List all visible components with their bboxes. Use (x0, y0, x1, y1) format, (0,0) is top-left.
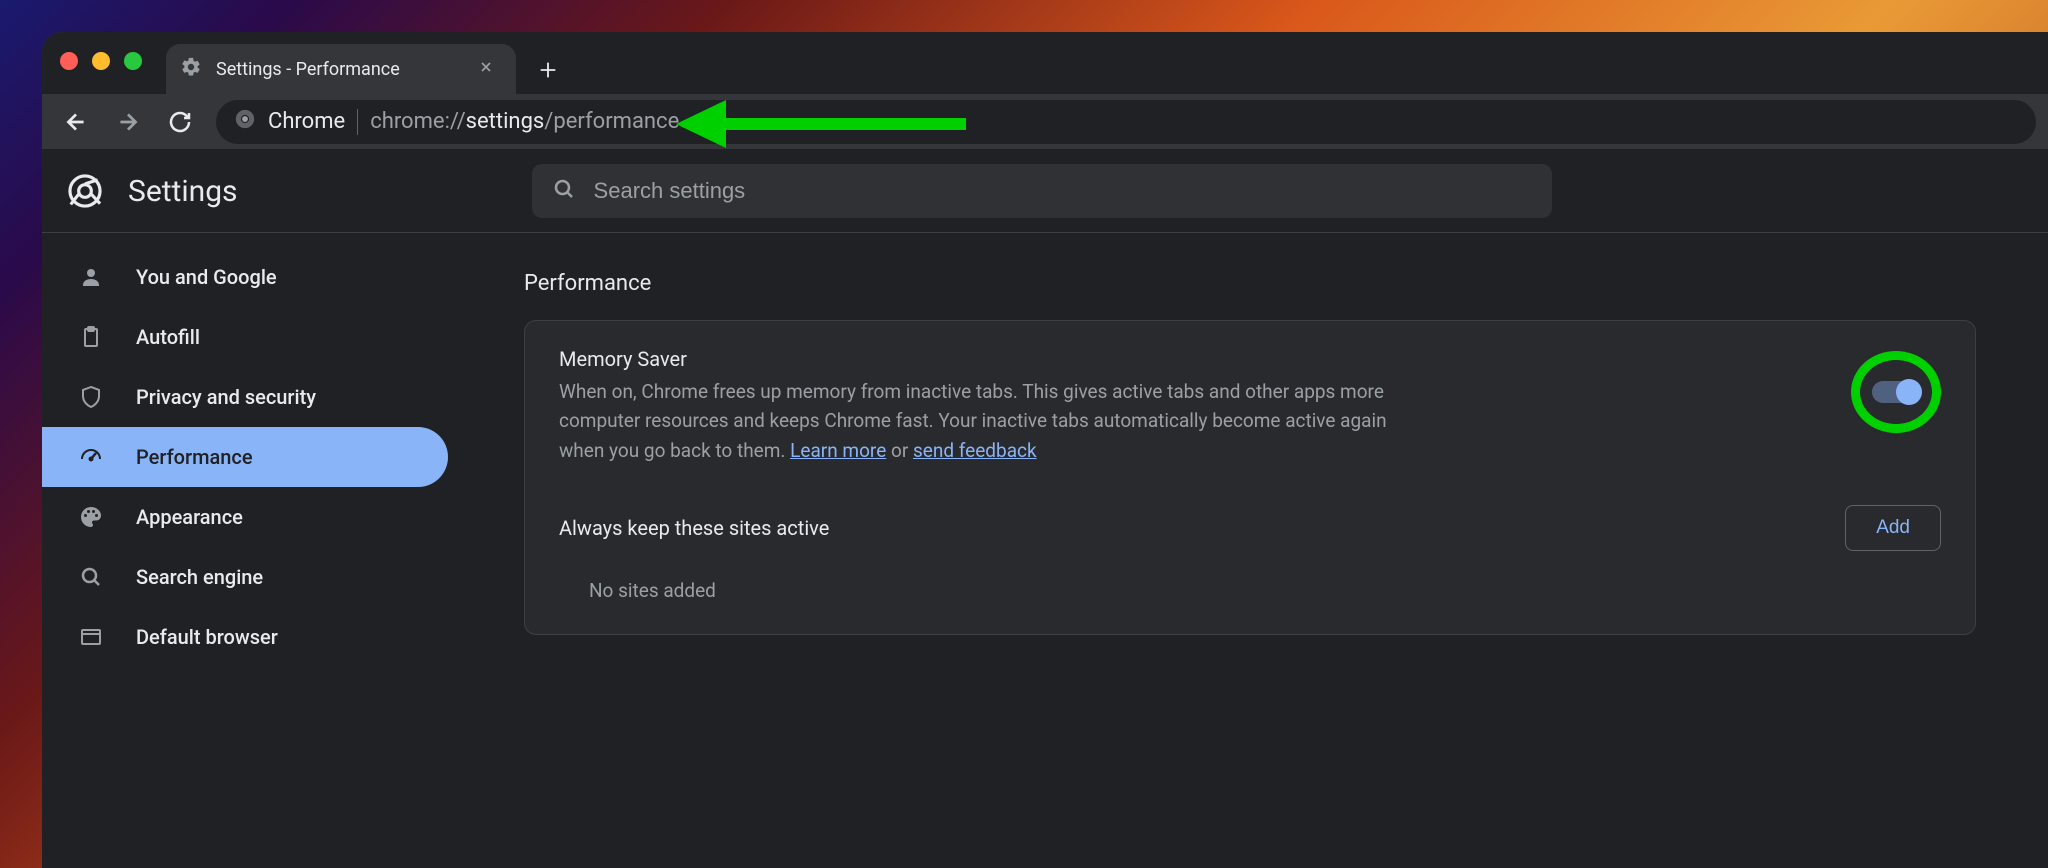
sidebar-item-autofill[interactable]: Autofill (42, 307, 448, 367)
settings-main-pane: Performance Memory Saver When on, Chrome… (452, 233, 2048, 868)
settings-sidebar: You and Google Autofill Privacy and secu… (42, 233, 452, 868)
sidebar-item-label: Search engine (136, 565, 263, 589)
chrome-icon (234, 108, 256, 136)
shield-icon (78, 384, 104, 410)
sidebar-item-label: Appearance (136, 505, 243, 529)
window-close-button[interactable] (60, 52, 78, 70)
sidebar-item-label: Default browser (136, 625, 278, 649)
toggle-knob (1896, 379, 1922, 405)
window-controls (60, 52, 142, 70)
memory-saver-row: Memory Saver When on, Chrome frees up me… (559, 347, 1941, 465)
tab-title: Settings - Performance (216, 59, 460, 80)
always-active-label: Always keep these sites active (559, 516, 829, 540)
search-icon (552, 177, 576, 205)
memory-saver-title: Memory Saver (559, 347, 1827, 371)
sidebar-item-default-browser[interactable]: Default browser (42, 607, 448, 667)
always-active-row: Always keep these sites active Add (559, 505, 1941, 551)
sidebar-item-label: Privacy and security (136, 385, 316, 409)
sidebar-item-label: Performance (136, 445, 253, 469)
sidebar-item-privacy-security[interactable]: Privacy and security (42, 367, 448, 427)
window-minimize-button[interactable] (92, 52, 110, 70)
settings-search-field[interactable] (594, 178, 1532, 204)
settings-body: You and Google Autofill Privacy and secu… (42, 233, 2048, 868)
reload-button[interactable] (158, 100, 202, 144)
memory-saver-toggle[interactable] (1872, 381, 1920, 403)
person-icon (78, 264, 104, 290)
sidebar-item-appearance[interactable]: Appearance (42, 487, 448, 547)
palette-icon (78, 504, 104, 530)
page-content: Settings You and Google (42, 150, 2048, 868)
sidebar-item-performance[interactable]: Performance (42, 427, 448, 487)
back-button[interactable] (54, 100, 98, 144)
settings-header: Settings (42, 150, 2048, 233)
memory-saver-toggle-wrap (1851, 347, 1941, 437)
settings-search-input[interactable] (532, 164, 1552, 218)
search-icon (78, 564, 104, 590)
window-maximize-button[interactable] (124, 52, 142, 70)
omnibox-divider (357, 109, 358, 135)
omnibox-chrome-label: Chrome (268, 109, 345, 134)
memory-saver-description: When on, Chrome frees up memory from ina… (559, 377, 1429, 465)
sidebar-item-search-engine[interactable]: Search engine (42, 547, 448, 607)
speedometer-icon (78, 444, 104, 470)
browser-window: Settings - Performance Chrome chrome://s… (42, 32, 2048, 868)
window-title-bar: Settings - Performance (42, 32, 2048, 94)
sidebar-item-label: Autofill (136, 325, 200, 349)
chrome-logo-icon (66, 172, 104, 210)
omnibox-url: chrome://settings/performance (370, 109, 679, 134)
browser-tab[interactable]: Settings - Performance (166, 44, 516, 94)
forward-button[interactable] (106, 100, 150, 144)
gear-icon (180, 56, 202, 82)
new-tab-button[interactable] (528, 50, 568, 90)
tab-close-button[interactable] (474, 55, 498, 84)
learn-more-link[interactable]: Learn more (790, 439, 886, 462)
browser-toolbar: Chrome chrome://settings/performance (42, 94, 2048, 150)
sidebar-item-you-and-google[interactable]: You and Google (42, 247, 448, 307)
clipboard-icon (78, 324, 104, 350)
browser-icon (78, 624, 104, 650)
sidebar-item-label: You and Google (136, 265, 277, 289)
send-feedback-link[interactable]: send feedback (913, 439, 1037, 462)
address-bar[interactable]: Chrome chrome://settings/performance (216, 100, 2036, 144)
no-sites-text: No sites added (589, 579, 1941, 602)
add-site-button[interactable]: Add (1845, 505, 1941, 551)
performance-card: Memory Saver When on, Chrome frees up me… (524, 320, 1976, 635)
settings-title: Settings (128, 174, 238, 209)
page-heading: Performance (524, 271, 1976, 296)
